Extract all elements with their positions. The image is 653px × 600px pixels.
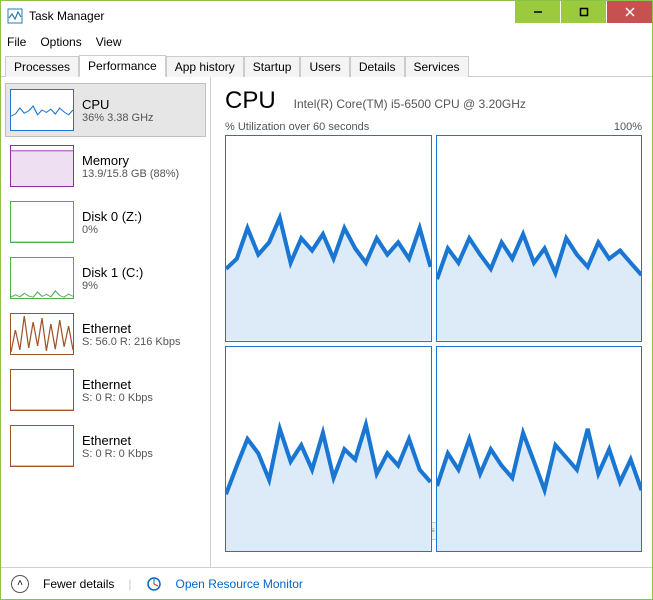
sidebar-item-cpu[interactable]: CPU36% 3.38 GHz (5, 83, 206, 137)
menu-options[interactable]: Options (40, 35, 81, 49)
thumb-graph (10, 201, 74, 243)
thumb-graph (10, 369, 74, 411)
sidebar-item-disk1[interactable]: Disk 1 (C:)9% (5, 251, 206, 305)
menu-file[interactable]: File (7, 35, 26, 49)
sidebar-item-sub: 9% (82, 280, 143, 292)
minimize-button[interactable] (515, 1, 560, 23)
chevron-up-icon[interactable]: ˄ (11, 575, 29, 593)
cpu-core-graph-0 (225, 135, 432, 342)
sidebar-item-title: CPU (82, 97, 154, 112)
sidebar-item-title: Ethernet (82, 433, 153, 448)
sidebar: CPU36% 3.38 GHzMemory13.9/15.8 GB (88%)D… (1, 77, 211, 567)
sidebar-item-sub: S: 0 R: 0 Kbps (82, 448, 153, 460)
sidebar-item-title: Memory (82, 153, 179, 168)
tab-performance[interactable]: Performance (79, 55, 166, 77)
window-title: Task Manager (29, 9, 514, 23)
thumb-graph (10, 257, 74, 299)
thumb-graph (10, 89, 74, 131)
tab-services[interactable]: Services (405, 56, 469, 77)
tab-users[interactable]: Users (300, 56, 349, 77)
app-icon (7, 8, 23, 24)
sidebar-item-sub: 36% 3.38 GHz (82, 112, 154, 124)
thumb-graph (10, 313, 74, 355)
page-title: CPU (225, 87, 276, 115)
graph-label-left: % Utilization over 60 seconds (225, 121, 369, 133)
resource-monitor-icon (146, 576, 162, 592)
cpu-core-graph-2 (225, 346, 432, 553)
tab-startup[interactable]: Startup (244, 56, 301, 77)
sidebar-item-title: Disk 0 (Z:) (82, 209, 142, 224)
sidebar-item-title: Ethernet (82, 377, 153, 392)
sidebar-item-disk0[interactable]: Disk 0 (Z:)0% (5, 195, 206, 249)
sidebar-item-title: Disk 1 (C:) (82, 265, 143, 280)
graph-label-right: 100% (614, 121, 642, 133)
main-panel: CPU Intel(R) Core(TM) i5-6500 CPU @ 3.20… (211, 77, 652, 567)
menubar: File Options View (1, 31, 652, 53)
sidebar-item-sub: S: 56.0 R: 216 Kbps (82, 336, 180, 348)
open-resource-monitor-link[interactable]: Open Resource Monitor (176, 577, 303, 591)
close-button[interactable] (607, 1, 652, 23)
sidebar-item-eth1[interactable]: EthernetS: 56.0 R: 216 Kbps (5, 307, 206, 361)
footer: ˄ Fewer details | Open Resource Monitor (1, 567, 652, 599)
sidebar-item-title: Ethernet (82, 321, 180, 336)
sidebar-item-memory[interactable]: Memory13.9/15.8 GB (88%) (5, 139, 206, 193)
tab-processes[interactable]: Processes (5, 56, 79, 77)
cpu-graphs (225, 135, 648, 353)
tab-apphistory[interactable]: App history (166, 56, 244, 77)
sidebar-item-sub: 0% (82, 224, 142, 236)
cpu-core-graph-1 (436, 135, 643, 342)
sidebar-item-eth2[interactable]: EthernetS: 0 R: 0 Kbps (5, 363, 206, 417)
cpu-core-graph-3 (436, 346, 643, 553)
fewer-details-link[interactable]: Fewer details (43, 577, 114, 591)
cpu-model: Intel(R) Core(TM) i5-6500 CPU @ 3.20GHz (294, 97, 526, 111)
maximize-button[interactable] (561, 1, 606, 23)
sidebar-item-sub: 13.9/15.8 GB (88%) (82, 168, 179, 180)
thumb-graph (10, 425, 74, 467)
thumb-graph (10, 145, 74, 187)
tab-details[interactable]: Details (350, 56, 405, 77)
tab-bar: Processes Performance App history Startu… (1, 53, 652, 77)
sidebar-item-eth3[interactable]: EthernetS: 0 R: 0 Kbps (5, 419, 206, 473)
sidebar-item-sub: S: 0 R: 0 Kbps (82, 392, 153, 404)
menu-view[interactable]: View (96, 35, 122, 49)
titlebar[interactable]: Task Manager (1, 1, 652, 31)
